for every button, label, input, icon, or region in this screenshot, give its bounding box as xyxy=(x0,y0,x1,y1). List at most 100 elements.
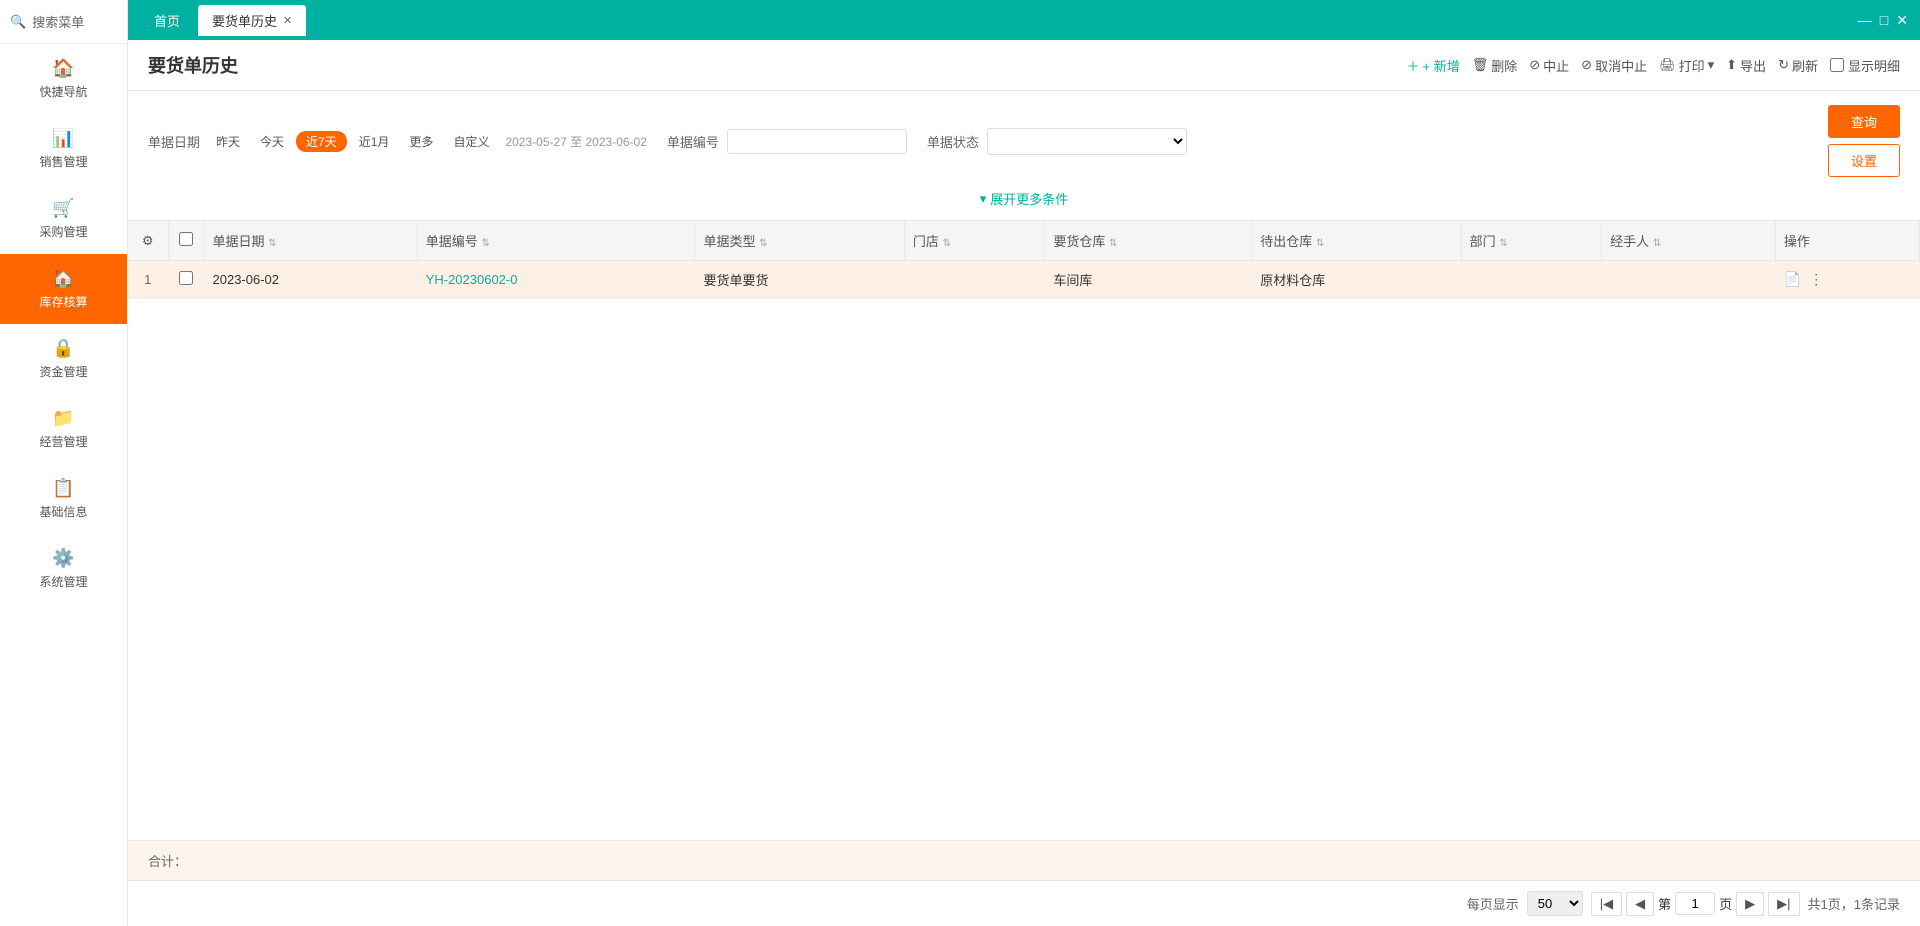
sidebar-search[interactable]: 🔍 搜索菜单 xyxy=(0,0,127,44)
select-all-checkbox[interactable] xyxy=(179,232,193,246)
sidebar-item-quick-nav[interactable]: 🏠 快捷导航 xyxy=(0,44,127,114)
tab-close-icon[interactable]: ✕ xyxy=(283,14,292,27)
col-operation-label: 操作 xyxy=(1784,234,1810,249)
doc-status-label: 单据状态 xyxy=(927,132,979,151)
date-tab-today[interactable]: 今天 xyxy=(252,131,292,152)
col-department[interactable]: 部门 ⇅ xyxy=(1461,221,1602,261)
window-controls: — □ ✕ xyxy=(1858,12,1908,29)
doc-number-link[interactable]: YH-20230602-0 xyxy=(426,272,518,287)
expand-more-btn[interactable]: ▾ 展开更多条件 xyxy=(148,185,1900,212)
cancel-stop-button[interactable]: ⊘ 取消中止 xyxy=(1581,56,1647,75)
doc-status-select[interactable] xyxy=(987,128,1187,155)
system-icon: ⚙️ xyxy=(52,548,74,569)
page-number-input[interactable] xyxy=(1675,892,1715,915)
pagination: 每页显示 50 20 100 |◀ ◀ 第 页 ▶ ▶| 共1页，1条记录 xyxy=(128,880,1920,926)
stop-label: 中止 xyxy=(1543,56,1569,75)
row-handler xyxy=(1602,261,1776,299)
col-settings[interactable]: ⚙ xyxy=(128,221,168,261)
row-doc-date: 2023-06-02 xyxy=(204,261,417,299)
filter-row-1: 单据日期 昨天 今天 近7天 近1月 更多 自定义 2023-05-27 至 2… xyxy=(148,105,1900,177)
stop-button[interactable]: ⊘ 中止 xyxy=(1529,56,1569,75)
export-label: 导出 xyxy=(1740,56,1766,75)
col-doc-number-label: 单据编号 xyxy=(426,234,478,249)
date-filter-label: 单据日期 xyxy=(148,132,200,151)
sidebar-item-system[interactable]: ⚙️ 系统管理 xyxy=(0,534,127,604)
col-pending-warehouse-label: 待出仓库 xyxy=(1260,234,1312,249)
refresh-button[interactable]: ↻ 刷新 xyxy=(1778,56,1818,75)
col-pending-warehouse[interactable]: 待出仓库 ⇅ xyxy=(1252,221,1461,261)
export-icon: ⬆ xyxy=(1726,57,1737,73)
last-page-btn[interactable]: ▶| xyxy=(1768,892,1799,916)
sidebar-item-inventory[interactable]: 🏠 库存核算 xyxy=(0,254,127,324)
query-btn-group: 查询 设置 xyxy=(1828,105,1900,177)
display-detail-label: 显示明细 xyxy=(1848,56,1900,75)
sidebar-item-operation[interactable]: 📁 经营管理 xyxy=(0,394,127,464)
date-tab-yesterday[interactable]: 昨天 xyxy=(208,131,248,152)
new-icon: ＋ xyxy=(1406,56,1419,75)
col-operation: 操作 xyxy=(1775,221,1919,261)
col-doc-date[interactable]: 单据日期 ⇅ xyxy=(204,221,417,261)
maximize-icon[interactable]: □ xyxy=(1880,12,1888,28)
sidebar-item-sales[interactable]: 📊 销售管理 xyxy=(0,114,127,184)
col-handler[interactable]: 经手人 ⇅ xyxy=(1602,221,1776,261)
date-tab-more[interactable]: 更多 xyxy=(401,131,441,152)
row-department xyxy=(1461,261,1602,299)
sales-icon: 📊 xyxy=(52,128,74,149)
date-tab-last1month[interactable]: 近1月 xyxy=(351,131,398,152)
col-doc-type-label: 单据类型 xyxy=(703,234,755,249)
sidebar-item-label: 经营管理 xyxy=(39,433,87,450)
col-doc-number[interactable]: 单据编号 ⇅ xyxy=(417,221,695,261)
row-check[interactable] xyxy=(168,261,204,299)
sort-icon: ⇅ xyxy=(481,238,489,249)
col-check[interactable] xyxy=(168,221,204,261)
new-button[interactable]: ＋ + 新增 xyxy=(1406,56,1459,75)
date-tab-custom[interactable]: 自定义 xyxy=(445,131,497,152)
page-size-select[interactable]: 50 20 100 xyxy=(1527,891,1583,916)
query-button[interactable]: 查询 xyxy=(1828,105,1900,138)
row-edit-icon[interactable]: 📄 xyxy=(1784,271,1801,288)
next-page-btn[interactable]: ▶ xyxy=(1736,892,1764,916)
row-checkbox[interactable] xyxy=(179,271,193,285)
expand-icon: ▾ xyxy=(980,191,987,207)
setting-button[interactable]: 设置 xyxy=(1828,144,1900,177)
row-operations: 📄 ⋮ xyxy=(1775,261,1919,299)
export-button[interactable]: ⬆ 导出 xyxy=(1726,56,1766,75)
doc-number-input[interactable] xyxy=(727,129,907,154)
col-doc-date-label: 单据日期 xyxy=(213,234,265,249)
sort-icon: ⇅ xyxy=(759,238,767,249)
page-nav: |◀ ◀ 第 页 ▶ ▶| xyxy=(1591,892,1800,916)
cancel-stop-icon: ⊘ xyxy=(1581,57,1592,73)
close-window-icon[interactable]: ✕ xyxy=(1896,12,1908,29)
row-doc-number[interactable]: YH-20230602-0 xyxy=(417,261,695,299)
col-store[interactable]: 门店 ⇅ xyxy=(904,221,1045,261)
tab-home[interactable]: 首页 xyxy=(140,5,194,36)
sidebar-item-purchase[interactable]: 🛒 采购管理 xyxy=(0,184,127,254)
delete-button[interactable]: 🗑 删除 xyxy=(1472,56,1518,75)
footer-summary: 合计： xyxy=(128,840,1920,880)
sidebar-item-finance[interactable]: 🔒 资金管理 xyxy=(0,324,127,394)
date-tab-last7days[interactable]: 近7天 xyxy=(296,131,347,152)
minimize-icon[interactable]: — xyxy=(1858,12,1872,28)
first-page-btn[interactable]: |◀ xyxy=(1591,892,1622,916)
display-detail-toggle[interactable]: 显示明细 xyxy=(1830,56,1900,75)
col-doc-type[interactable]: 单据类型 ⇅ xyxy=(695,221,904,261)
display-detail-checkbox[interactable] xyxy=(1830,58,1844,72)
row-more-icon[interactable]: ⋮ xyxy=(1809,271,1823,288)
sidebar-item-label: 销售管理 xyxy=(39,153,87,170)
sidebar: 🔍 搜索菜单 🏠 快捷导航 📊 销售管理 🛒 采购管理 🏠 库存核算 🔒 资金管… xyxy=(0,0,128,926)
print-button[interactable]: 🖨 打印 ▾ xyxy=(1659,56,1714,75)
refresh-icon: ↻ xyxy=(1778,57,1789,73)
sidebar-item-basic[interactable]: 📋 基础信息 xyxy=(0,464,127,534)
basic-icon: 📋 xyxy=(52,478,74,499)
row-pending-warehouse: 原材料仓库 xyxy=(1252,261,1461,299)
doc-status-group: 单据状态 xyxy=(927,128,1187,155)
print-label: 打印 xyxy=(1679,56,1705,75)
page-header: 要货单历史 ＋ + 新增 🗑 删除 ⊘ 中止 ⊘ 取消中止 🖨 打印 ▾ xyxy=(128,40,1920,91)
topbar: 首页 要货单历史 ✕ — □ ✕ xyxy=(128,0,1920,40)
tab-requisition-history[interactable]: 要货单历史 ✕ xyxy=(198,5,306,36)
col-department-label: 部门 xyxy=(1470,234,1496,249)
page-size-label: 每页显示 xyxy=(1467,894,1519,913)
col-req-warehouse[interactable]: 要货仓库 ⇅ xyxy=(1045,221,1252,261)
table-header-row: ⚙ 单据日期 ⇅ 单据编号 ⇅ 单据类型 ⇅ 门店 xyxy=(128,221,1920,261)
prev-page-btn[interactable]: ◀ xyxy=(1626,892,1654,916)
